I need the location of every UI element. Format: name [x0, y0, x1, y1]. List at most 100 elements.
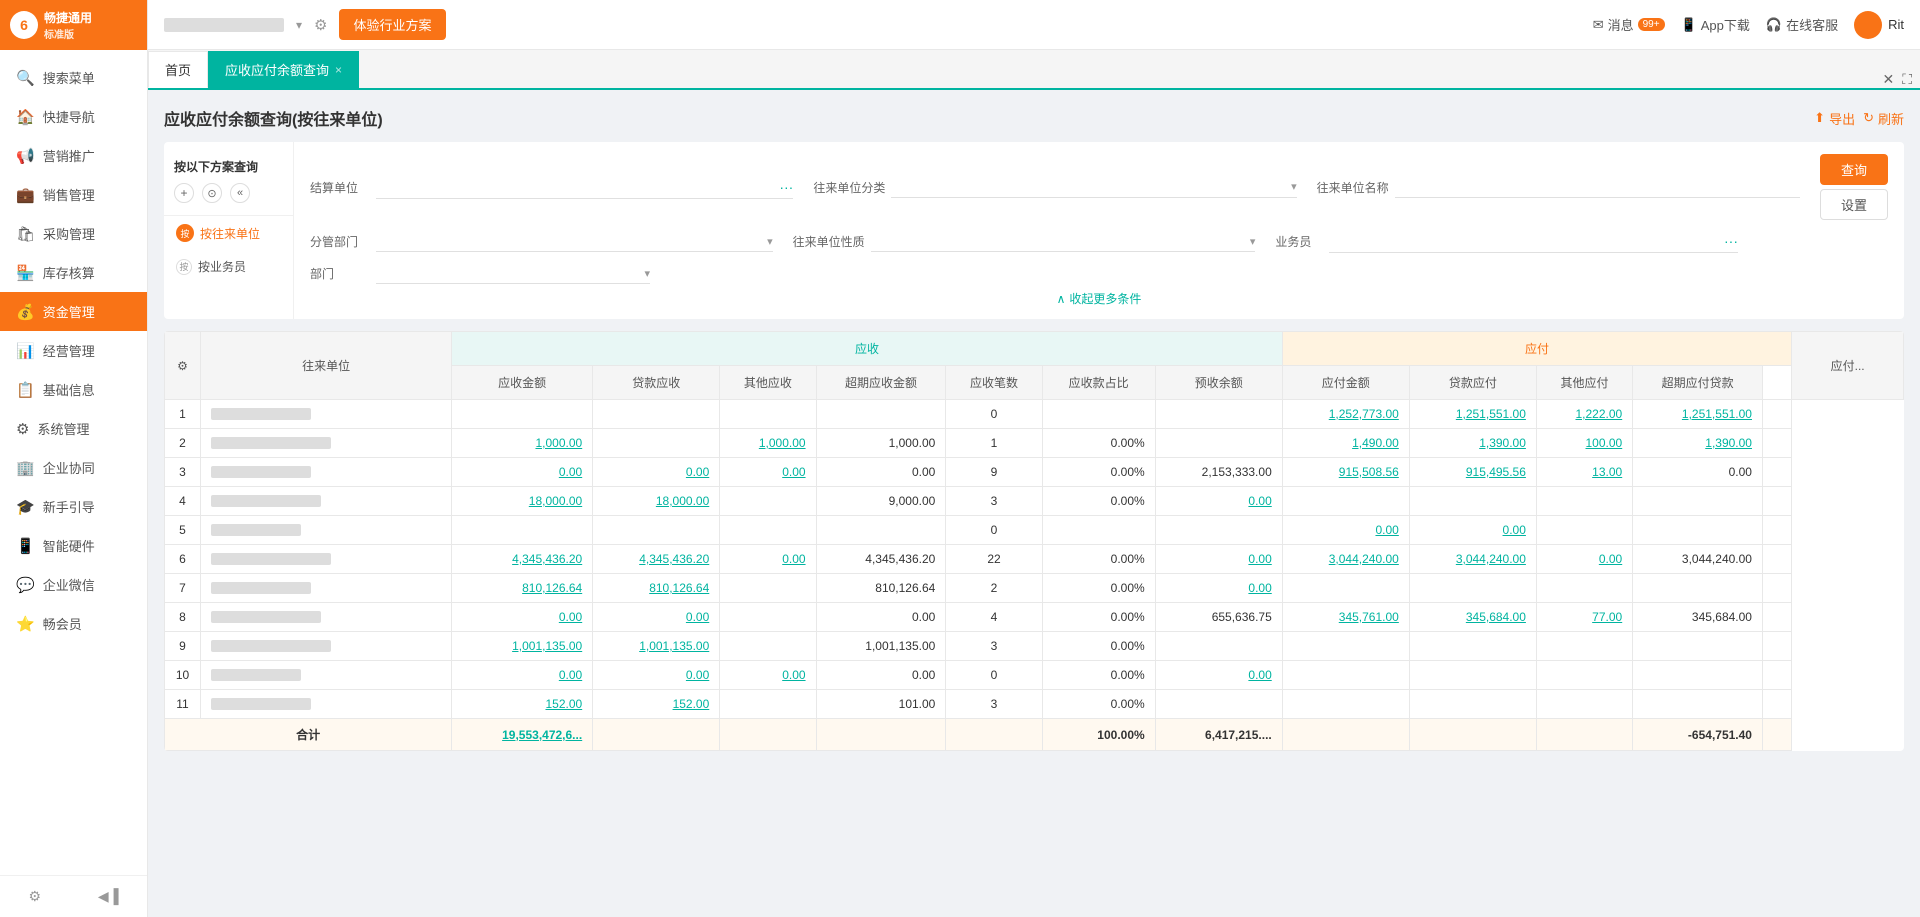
filter-jsdw-input[interactable]: ··· [376, 176, 793, 199]
tab-maximize-icon[interactable]: ⛶ [1902, 71, 1912, 88]
row-ap-amount[interactable]: 0.00 [1282, 516, 1409, 545]
filter-nature-field[interactable] [871, 234, 1250, 248]
app-download-button[interactable]: 📱 App下载 [1681, 15, 1750, 34]
filter-deptb-field[interactable] [376, 266, 644, 280]
sidebar-item-enterprise[interactable]: 🏢 企业协同 [0, 448, 147, 487]
tab-close-icon[interactable]: × [335, 63, 342, 77]
online-service-button[interactable]: 🎧 在线客服 [1766, 15, 1838, 34]
filter-deptb-dropdown[interactable]: ▾ [644, 267, 650, 280]
header-gear-icon[interactable]: ⚙ [314, 16, 327, 34]
table-gear-icon[interactable]: ⚙ [177, 359, 188, 373]
row-loan-ap[interactable]: 3,044,240.00 [1409, 545, 1536, 574]
row-ar-amount[interactable]: 0.00 [452, 661, 593, 690]
row-loan-ar[interactable]: 810,126.64 [593, 574, 720, 603]
row-other-ap[interactable]: 1,222.00 [1536, 400, 1632, 429]
row-ap-amount[interactable]: 3,044,240.00 [1282, 545, 1409, 574]
row-loan-ar[interactable]: 0.00 [593, 661, 720, 690]
row-prepaid[interactable]: 0.00 [1155, 661, 1282, 690]
filter-name-field[interactable] [1395, 180, 1800, 194]
row-other-ar[interactable]: 0.00 [720, 661, 816, 690]
sidebar-item-guide[interactable]: 🎓 新手引导 [0, 487, 147, 526]
filter-category-input[interactable]: ▾ [891, 177, 1296, 198]
row-ar-amount[interactable]: 152.00 [452, 690, 593, 719]
row-ar-amount[interactable]: 0.00 [452, 603, 593, 632]
filter-salesman-field[interactable] [1329, 234, 1724, 248]
filter-salesman-ellipsis[interactable]: ··· [1724, 233, 1738, 249]
row-ap-amount[interactable]: 345,761.00 [1282, 603, 1409, 632]
tab-home[interactable]: 首页 [148, 51, 208, 88]
row-other-ar[interactable]: 1,000.00 [720, 429, 816, 458]
row-loan-ar[interactable]: 18,000.00 [593, 487, 720, 516]
row-overdue-ap[interactable]: 1,390.00 [1633, 429, 1763, 458]
tab-close-all-icon[interactable]: ✕ [1882, 71, 1894, 88]
side-filter-partner[interactable]: 按 按往来单位 [164, 216, 293, 250]
sidebar-item-member[interactable]: ⭐ 畅会员 [0, 604, 147, 643]
filter-dept-input[interactable]: ▾ [376, 231, 773, 252]
row-loan-ap[interactable]: 1,251,551.00 [1409, 400, 1536, 429]
message-button[interactable]: ✉ 消息 99+ [1593, 15, 1665, 34]
row-ar-amount[interactable]: 810,126.64 [452, 574, 593, 603]
row-ar-amount[interactable]: 1,000.00 [452, 429, 593, 458]
side-filter-salesperson[interactable]: 按 按业务员 [164, 250, 293, 283]
row-ar-amount[interactable]: 18,000.00 [452, 487, 593, 516]
row-other-ap[interactable]: 100.00 [1536, 429, 1632, 458]
filter-dept-field[interactable] [376, 234, 767, 248]
tab-ar-ap[interactable]: 应收应付余额查询 × [208, 51, 359, 88]
row-ap-amount[interactable]: 915,508.56 [1282, 458, 1409, 487]
row-loan-ar[interactable]: 1,001,135.00 [593, 632, 720, 661]
sidebar-item-operation[interactable]: 📊 经营管理 [0, 331, 147, 370]
filter-jsdw-field[interactable] [376, 180, 779, 194]
row-loan-ar[interactable]: 152.00 [593, 690, 720, 719]
row-prepaid[interactable]: 0.00 [1155, 487, 1282, 516]
filter-nature-input[interactable]: ▾ [871, 231, 1256, 252]
filter-collapse-icon[interactable]: « [230, 183, 250, 203]
export-button[interactable]: ⬆ 导出 [1814, 109, 1855, 128]
filter-collapse-button[interactable]: ∧ 收起更多条件 [1057, 290, 1142, 307]
sidebar-item-sales[interactable]: 💼 销售管理 [0, 175, 147, 214]
row-other-ap[interactable]: 77.00 [1536, 603, 1632, 632]
sidebar-item-quicknav[interactable]: 🏠 快捷导航 [0, 97, 147, 136]
filter-name-input[interactable] [1395, 177, 1800, 198]
sidebar-item-inventory[interactable]: 🏪 库存核算 [0, 253, 147, 292]
row-loan-ar[interactable]: 0.00 [593, 603, 720, 632]
promo-button[interactable]: 体验行业方案 [339, 9, 445, 40]
row-loan-ar[interactable]: 4,345,436.20 [593, 545, 720, 574]
footer-ar-amount[interactable]: 19,553,472,6... [452, 719, 593, 751]
row-loan-ap[interactable]: 0.00 [1409, 516, 1536, 545]
sidebar-item-smarthw[interactable]: 📱 智能硬件 [0, 526, 147, 565]
settings-footer-icon[interactable]: ⚙ [28, 888, 41, 905]
row-prepaid[interactable]: 0.00 [1155, 574, 1282, 603]
sidebar-item-system[interactable]: ⚙ 系统管理 [0, 409, 147, 448]
setting-button[interactable]: 设置 [1820, 189, 1888, 220]
breadcrumb-dropdown-icon[interactable]: ▾ [296, 18, 302, 32]
row-ar-amount[interactable]: 0.00 [452, 458, 593, 487]
sidebar-item-basic[interactable]: 📋 基础信息 [0, 370, 147, 409]
filter-jsdw-ellipsis[interactable]: ··· [779, 179, 793, 195]
row-ar-amount[interactable]: 4,345,436.20 [452, 545, 593, 574]
sidebar-item-search[interactable]: 🔍 搜索菜单 [0, 58, 147, 97]
sidebar-item-purchase[interactable]: 🛍 采购管理 [0, 214, 147, 253]
row-ar-amount[interactable]: 1,001,135.00 [452, 632, 593, 661]
row-ap-amount[interactable]: 1,252,773.00 [1282, 400, 1409, 429]
row-loan-ap[interactable]: 345,684.00 [1409, 603, 1536, 632]
filter-category-field[interactable] [891, 180, 1291, 194]
row-loan-ap[interactable]: 1,390.00 [1409, 429, 1536, 458]
query-button[interactable]: 查询 [1820, 154, 1888, 185]
row-prepaid[interactable]: 0.00 [1155, 545, 1282, 574]
row-ap-amount[interactable]: 1,490.00 [1282, 429, 1409, 458]
row-loan-ap[interactable]: 915,495.56 [1409, 458, 1536, 487]
filter-salesman-input[interactable]: ··· [1329, 230, 1738, 253]
sidebar-item-marketing[interactable]: 📢 营销推广 [0, 136, 147, 175]
filter-add-icon[interactable]: + [174, 183, 194, 203]
filter-category-dropdown[interactable]: ▾ [1291, 180, 1297, 193]
collapse-sidebar-icon[interactable]: ◀▐ [98, 888, 119, 905]
sidebar-item-finance[interactable]: 💰 资金管理 [0, 292, 147, 331]
refresh-button[interactable]: ↻ 刷新 [1863, 109, 1904, 128]
sidebar-item-wechat[interactable]: 💬 企业微信 [0, 565, 147, 604]
row-other-ar[interactable]: 0.00 [720, 458, 816, 487]
filter-dept-dropdown[interactable]: ▾ [767, 235, 773, 248]
row-other-ap[interactable]: 0.00 [1536, 545, 1632, 574]
row-other-ar[interactable]: 0.00 [720, 545, 816, 574]
row-other-ap[interactable]: 13.00 [1536, 458, 1632, 487]
filter-settings-icon[interactable]: ⊙ [202, 183, 222, 203]
